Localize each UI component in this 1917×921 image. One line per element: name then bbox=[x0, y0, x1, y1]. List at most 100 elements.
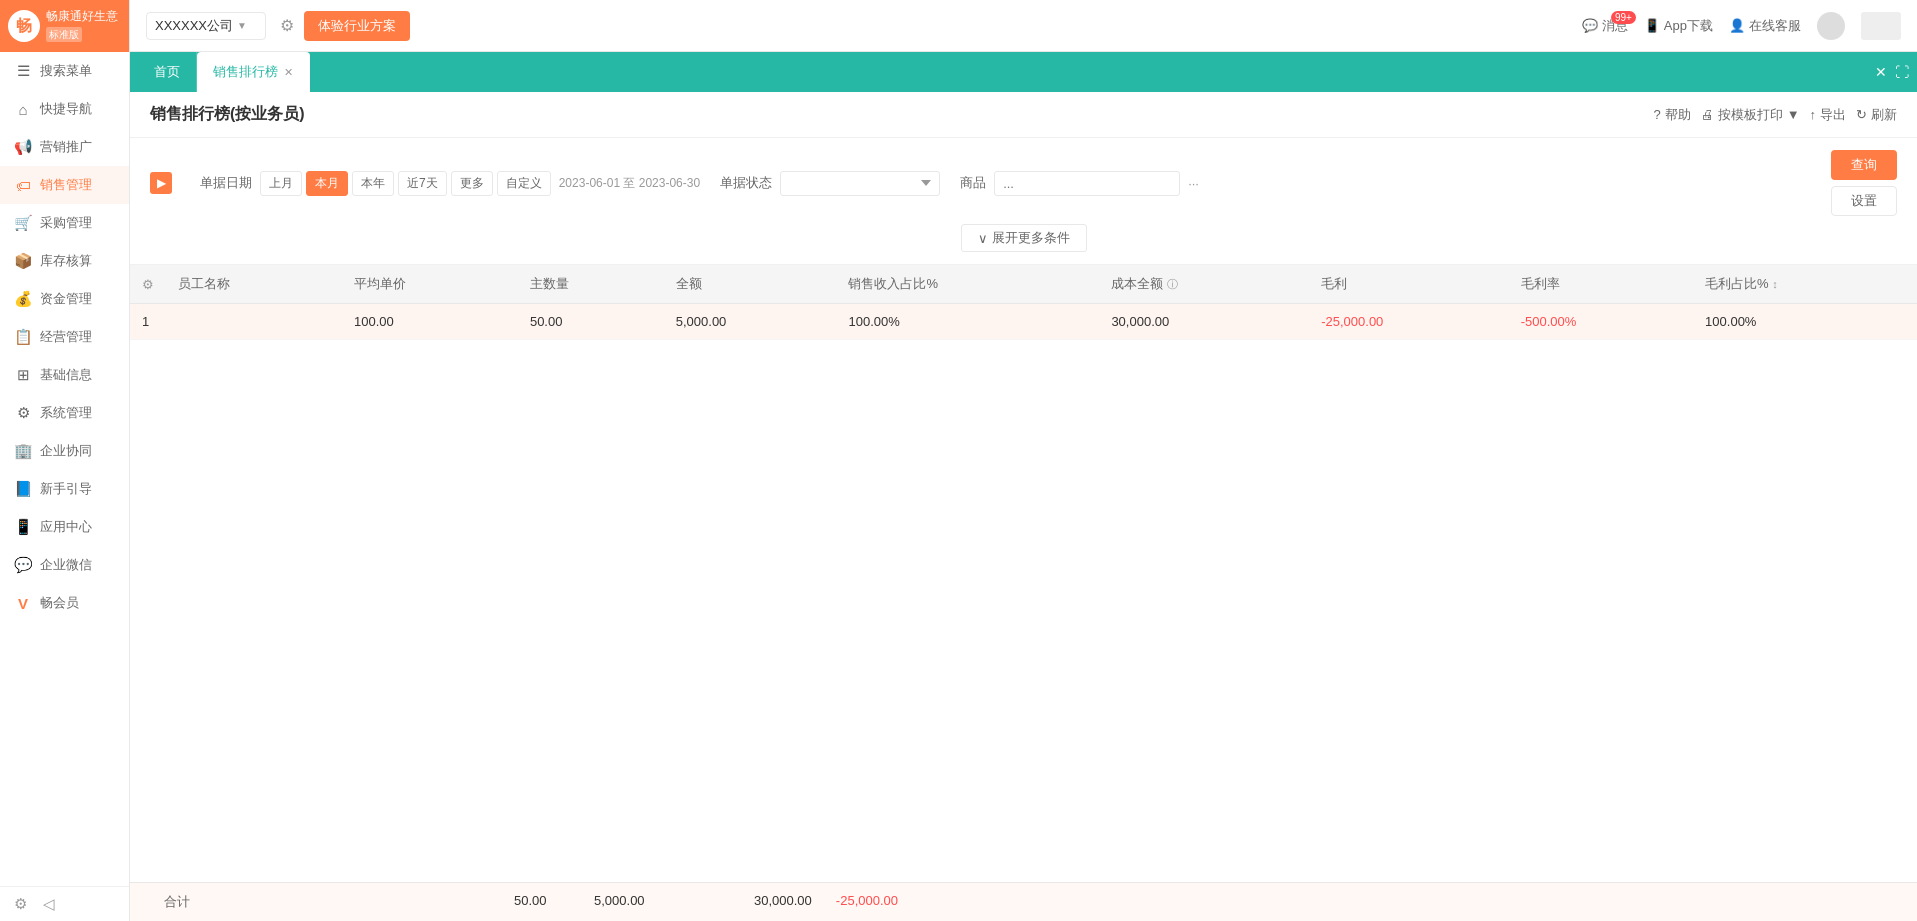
date-btn-last-7-days[interactable]: 近7天 bbox=[398, 171, 447, 196]
app-download-item[interactable]: 📱 App下载 bbox=[1644, 17, 1713, 35]
quick-nav-icon: ⌂ bbox=[14, 101, 32, 118]
system-icon: ⚙ bbox=[14, 404, 32, 422]
sidebar-item-finance[interactable]: 💰 资金管理 bbox=[0, 280, 129, 318]
sidebar-item-member[interactable]: V 畅会员 bbox=[0, 584, 129, 622]
sidebar: 畅 畅康通好生意 标准版 ☰ 搜索菜单 ⌂ 快捷导航 📢 营销推广 🏷 销售管理… bbox=[0, 0, 130, 921]
help-btn[interactable]: ? 帮助 bbox=[1653, 106, 1690, 124]
export-label: 导出 bbox=[1820, 106, 1846, 124]
column-settings-icon[interactable]: ⚙ bbox=[142, 277, 154, 292]
help-icon: ? bbox=[1653, 107, 1660, 122]
goods-more-icon[interactable]: ··· bbox=[1188, 176, 1199, 191]
marketing-icon: 📢 bbox=[14, 138, 32, 156]
online-service-label: 在线客服 bbox=[1749, 17, 1801, 35]
sidebar-item-label: 库存核算 bbox=[40, 252, 92, 270]
app-download-icon: 📱 bbox=[1644, 18, 1660, 33]
search-order-icon: ☰ bbox=[14, 62, 32, 80]
page-header: 销售排行榜(按业务员) ? 帮助 🖨 按模板打印 ▼ ↑ 导出 ↻ 刷新 bbox=[130, 92, 1917, 138]
export-btn[interactable]: ↑ 导出 bbox=[1810, 106, 1847, 124]
refresh-btn[interactable]: ↻ 刷新 bbox=[1856, 106, 1897, 124]
status-select[interactable] bbox=[780, 171, 940, 196]
sidebar-item-label: 快捷导航 bbox=[40, 100, 92, 118]
tab-close-icon[interactable]: ✕ bbox=[284, 66, 293, 79]
logo-text: 畅康通好生意 标准版 bbox=[46, 9, 118, 42]
sidebar-item-sales[interactable]: 🏷 销售管理 bbox=[0, 166, 129, 204]
sidebar-item-marketing[interactable]: 📢 营销推广 bbox=[0, 128, 129, 166]
date-btn-more[interactable]: 更多 bbox=[451, 171, 493, 196]
settings-bottom-icon[interactable]: ⚙ bbox=[14, 895, 27, 913]
sidebar-item-enterprise[interactable]: 🏢 企业协同 bbox=[0, 432, 129, 470]
th-main-qty: 主数量 bbox=[518, 265, 664, 304]
td-total-amount: 5,000.00 bbox=[664, 304, 837, 340]
inventory-icon: 📦 bbox=[14, 252, 32, 270]
td-index: 1 bbox=[130, 304, 166, 340]
logo-line2: 标准版 bbox=[46, 27, 82, 42]
sidebar-item-inventory[interactable]: 📦 库存核算 bbox=[0, 242, 129, 280]
goods-input[interactable] bbox=[994, 171, 1180, 196]
goods-filter-group: 商品 ··· bbox=[960, 171, 1199, 196]
table-row: 1 100.00 50.00 5,000.00 100.00% 30,000.0… bbox=[130, 304, 1917, 340]
date-btn-last-month[interactable]: 上月 bbox=[260, 171, 302, 196]
th-employee: 员工名称 bbox=[166, 265, 342, 304]
sidebar-item-operations[interactable]: 📋 经营管理 bbox=[0, 318, 129, 356]
sidebar-item-label: 采购管理 bbox=[40, 214, 92, 232]
sales-icon: 🏷 bbox=[14, 177, 32, 194]
app-center-icon: 📱 bbox=[14, 518, 32, 536]
td-gross-profit: -25,000.00 bbox=[1309, 304, 1509, 340]
footer-total-label: 合计 bbox=[164, 894, 190, 909]
setting-button[interactable]: 设置 bbox=[1831, 186, 1897, 216]
company-chevron-icon: ▼ bbox=[237, 20, 247, 31]
td-gross-rate: -500.00% bbox=[1509, 304, 1693, 340]
sidebar-item-label: 经营管理 bbox=[40, 328, 92, 346]
td-gross-pct: 100.00% bbox=[1693, 304, 1917, 340]
date-filter-group: 单据日期 上月 本月 本年 近7天 更多 自定义 2023-06-01 至 20… bbox=[200, 171, 700, 196]
table-body: 1 100.00 50.00 5,000.00 100.00% 30,000.0… bbox=[130, 304, 1917, 340]
td-employee bbox=[166, 304, 342, 340]
status-filter-group: 单据状态 bbox=[720, 171, 940, 196]
footer-sales-pct bbox=[662, 893, 742, 911]
filter-row-1: ▶ 单据日期 上月 本月 本年 近7天 更多 自定义 2023-06-01 至 … bbox=[150, 150, 1897, 216]
sidebar-item-search-order[interactable]: ☰ 搜索菜单 bbox=[0, 52, 129, 90]
date-btn-current-year[interactable]: 本年 bbox=[352, 171, 394, 196]
sidebar-item-app-center[interactable]: 📱 应用中心 bbox=[0, 508, 129, 546]
logo-icon: 畅 bbox=[8, 10, 40, 42]
date-filter-label: 单据日期 bbox=[200, 174, 252, 192]
template-print-btn[interactable]: 🖨 按模板打印 ▼ bbox=[1701, 106, 1800, 124]
maximize-icon[interactable]: ⛶ bbox=[1895, 64, 1909, 80]
user-avatar[interactable] bbox=[1817, 12, 1845, 40]
table-header: ⚙ 员工名称 平均单价 主数量 全额 销售收入占比% 成本全额 ⓘ 毛利 毛利率 bbox=[130, 265, 1917, 304]
app-download-label: App下载 bbox=[1664, 17, 1713, 35]
sidebar-item-purchase[interactable]: 🛒 采购管理 bbox=[0, 204, 129, 242]
page-content: 销售排行榜(按业务员) ? 帮助 🖨 按模板打印 ▼ ↑ 导出 ↻ 刷新 bbox=[130, 92, 1917, 921]
collapse-sidebar-icon[interactable]: ◁ bbox=[43, 895, 55, 913]
company-name: XXXXXX公司 bbox=[155, 17, 233, 35]
topbar-settings-icon[interactable]: ⚙ bbox=[280, 16, 294, 35]
date-btn-custom[interactable]: 自定义 bbox=[497, 171, 551, 196]
search-button[interactable]: 查询 bbox=[1831, 150, 1897, 180]
expand-conditions-button[interactable]: ∨ 展开更多条件 bbox=[961, 224, 1087, 252]
online-service-item[interactable]: 👤 在线客服 bbox=[1729, 17, 1801, 35]
footer-gross-profit: -25,000.00 bbox=[824, 893, 910, 911]
table-header-row: ⚙ 员工名称 平均单价 主数量 全额 销售收入占比% 成本全额 ⓘ 毛利 毛利率 bbox=[130, 265, 1917, 304]
sidebar-item-system[interactable]: ⚙ 系统管理 bbox=[0, 394, 129, 432]
sidebar-logo: 畅 畅康通好生意 标准版 bbox=[0, 0, 129, 52]
td-avg-price: 100.00 bbox=[342, 304, 518, 340]
page-title: 销售排行榜(按业务员) bbox=[150, 104, 305, 125]
filter-toggle-icon[interactable]: ▶ bbox=[150, 172, 172, 194]
th-avg-price: 平均单价 bbox=[342, 265, 518, 304]
close-window-icon[interactable]: ✕ bbox=[1875, 64, 1887, 80]
footer-total-amount: 5,000.00 bbox=[582, 893, 662, 911]
sidebar-item-beginner[interactable]: 📘 新手引导 bbox=[0, 470, 129, 508]
trial-button[interactable]: 体验行业方案 bbox=[304, 11, 410, 41]
sidebar-item-enterprise-wechat[interactable]: 💬 企业微信 bbox=[0, 546, 129, 584]
sidebar-item-label: 搜索菜单 bbox=[40, 62, 92, 80]
th-gross-pct: 毛利占比% ↕ bbox=[1693, 265, 1917, 304]
date-btn-current-month[interactable]: 本月 bbox=[306, 171, 348, 196]
sidebar-item-label: 企业微信 bbox=[40, 556, 92, 574]
tab-sales-ranking[interactable]: 销售排行榜 ✕ bbox=[197, 52, 310, 92]
company-selector[interactable]: XXXXXX公司 ▼ bbox=[146, 12, 266, 40]
footer-avg-price bbox=[422, 893, 502, 911]
sidebar-item-basic-info[interactable]: ⊞ 基础信息 bbox=[0, 356, 129, 394]
sidebar-item-quick-nav[interactable]: ⌂ 快捷导航 bbox=[0, 90, 129, 128]
notification-item[interactable]: 💬 消息 99+ bbox=[1582, 17, 1628, 35]
tab-home[interactable]: 首页 bbox=[138, 52, 197, 92]
